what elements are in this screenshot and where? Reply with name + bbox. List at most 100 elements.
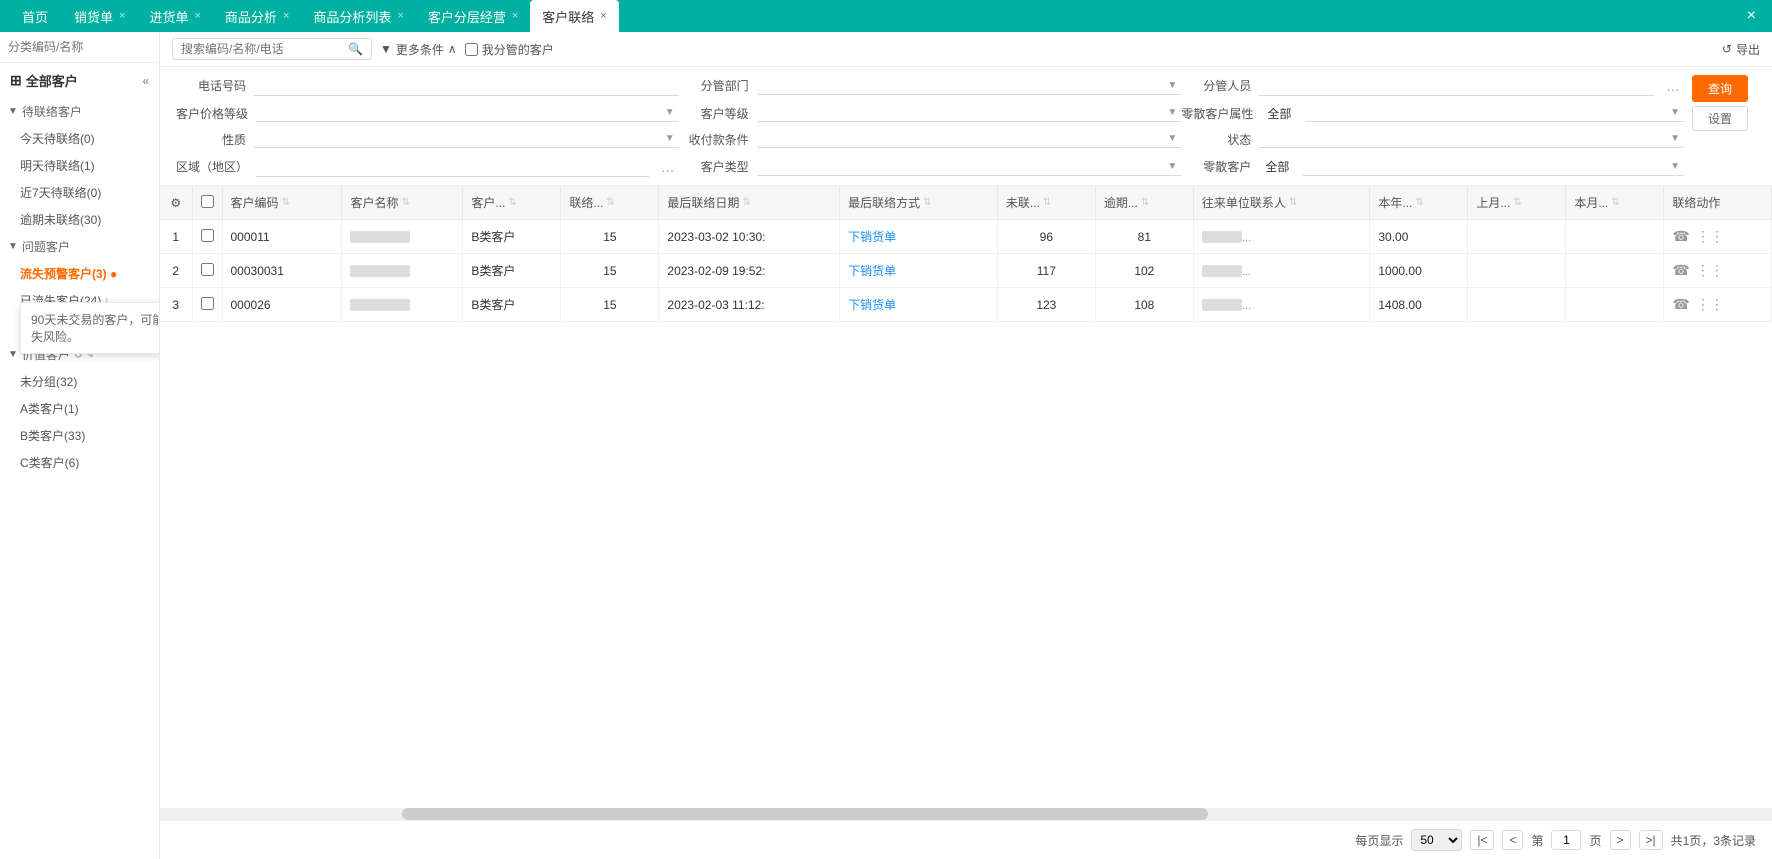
- sort-last-date-icon[interactable]: ⇅: [742, 197, 750, 208]
- nature-select[interactable]: ▼: [254, 130, 679, 148]
- manager-dots-icon[interactable]: …: [1662, 78, 1684, 94]
- row-checkbox-cell[interactable]: [192, 220, 222, 254]
- region-dots-icon[interactable]: …: [657, 159, 679, 175]
- my-customers-checkbox[interactable]: [465, 43, 478, 56]
- retail-attr-arrow-icon: ▼: [1670, 107, 1680, 118]
- sidebar-item-c-class[interactable]: C类客户(6): [0, 449, 159, 476]
- row-checkbox-cell[interactable]: [192, 254, 222, 288]
- sidebar-search-input[interactable]: [8, 40, 160, 54]
- more-action-icon[interactable]: ⋮⋮: [1696, 262, 1724, 279]
- region-input[interactable]: [256, 156, 649, 177]
- contact-action-icon[interactable]: ☎: [1672, 296, 1689, 313]
- sort-last-type-icon[interactable]: ⇅: [923, 197, 931, 208]
- select-all-checkbox[interactable]: [201, 195, 214, 208]
- sort-code-icon[interactable]: ⇅: [282, 197, 290, 208]
- sidebar-group-problem[interactable]: ▼ 问题客户: [0, 233, 159, 260]
- sidebar-item-overdue-pending[interactable]: 逾期未联络(30): [0, 206, 159, 233]
- sidebar-item-7day-pending[interactable]: 近7天待联络(0): [0, 179, 159, 206]
- search-bar-icon[interactable]: 🔍: [348, 42, 363, 56]
- sidebar-item-today-pending[interactable]: 今天待联络(0): [0, 125, 159, 152]
- row-no-contact: 123: [997, 288, 1095, 322]
- retail-attr-select[interactable]: ▼: [1305, 104, 1684, 122]
- next-page-button[interactable]: >: [1610, 830, 1631, 850]
- filter-icon: ▼: [380, 42, 392, 56]
- customer-type-arrow-icon: ▼: [1167, 161, 1177, 172]
- sort-name-icon[interactable]: ⇅: [402, 197, 410, 208]
- row-checkbox-cell[interactable]: [192, 288, 222, 322]
- first-page-button[interactable]: |<: [1470, 830, 1494, 850]
- gear-icon[interactable]: ⚙: [170, 196, 181, 210]
- sort-this-month-icon[interactable]: ⇅: [1611, 197, 1619, 208]
- sort-contact-icon[interactable]: ⇅: [606, 197, 614, 208]
- sidebar-item-churn-warning[interactable]: 流失预警客户(3) ●: [0, 260, 159, 287]
- sidebar-item-ungrouped[interactable]: 未分组(32): [0, 368, 159, 395]
- sort-last-month-icon[interactable]: ⇅: [1513, 197, 1521, 208]
- close-sales-tab-icon[interactable]: ×: [119, 10, 125, 22]
- per-page-select[interactable]: 50 20 100: [1411, 829, 1462, 851]
- row-checkbox[interactable]: [201, 297, 214, 310]
- nav-tab-analysis[interactable]: 商品分析 ×: [213, 0, 301, 32]
- customer-level-select[interactable]: ▼: [757, 104, 1182, 122]
- nav-tab-customer-layer[interactable]: 客户分层经营 ×: [416, 0, 530, 32]
- row-this-year: 1000.00: [1370, 254, 1468, 288]
- sort-type-icon[interactable]: ⇅: [508, 197, 516, 208]
- more-conditions-button[interactable]: ▼ 更多条件 ∧: [380, 41, 457, 58]
- status-select[interactable]: ▼: [1259, 130, 1684, 148]
- close-customer-layer-tab-icon[interactable]: ×: [512, 10, 518, 22]
- sort-unit-contact-icon[interactable]: ⇅: [1289, 197, 1297, 208]
- collapse-sidebar-icon[interactable]: «: [142, 74, 149, 88]
- more-action-icon[interactable]: ⋮⋮: [1696, 228, 1724, 245]
- page-number-input[interactable]: [1551, 830, 1581, 850]
- advanced-filters: 电话号码 分管部门 ▼ 分管人员: [160, 67, 1772, 186]
- adv-field-retail: 零散客户 全部 ▼: [1181, 158, 1684, 176]
- close-analysis-tab-icon[interactable]: ×: [283, 10, 289, 22]
- sort-this-year-icon[interactable]: ⇅: [1415, 197, 1423, 208]
- prev-page-button[interactable]: <: [1502, 830, 1523, 850]
- close-all-button[interactable]: ×: [1739, 7, 1764, 25]
- search-input[interactable]: [181, 42, 344, 56]
- close-purchase-tab-icon[interactable]: ×: [194, 10, 200, 22]
- last-contact-link[interactable]: 下销货单: [848, 264, 896, 278]
- retail-select[interactable]: ▼: [1303, 158, 1684, 176]
- nav-tab-customer-contact[interactable]: 客户联络 ×: [530, 0, 618, 32]
- close-customer-contact-tab-icon[interactable]: ×: [600, 10, 606, 22]
- sidebar-item-tomorrow-pending[interactable]: 明天待联络(1): [0, 152, 159, 179]
- dept-select-arrow-icon: ▼: [1167, 80, 1177, 91]
- customer-type-select[interactable]: ▼: [757, 158, 1182, 176]
- contact-action-icon[interactable]: ☎: [1672, 228, 1689, 245]
- sidebar-item-b-class[interactable]: B类客户(33): [0, 422, 159, 449]
- my-customers-checkbox-wrap[interactable]: 我分管的客户: [465, 41, 554, 58]
- nav-tab-sales[interactable]: 销货单 ×: [62, 0, 137, 32]
- payment-select[interactable]: ▼: [757, 130, 1182, 148]
- row-last-month: [1468, 288, 1566, 322]
- last-page-button[interactable]: >|: [1639, 830, 1663, 850]
- scrollbar-thumb[interactable]: [402, 808, 1208, 820]
- query-button[interactable]: 查询: [1692, 75, 1748, 102]
- manager-label: 分管人员: [1181, 77, 1251, 94]
- row-checkbox[interactable]: [201, 229, 214, 242]
- more-action-icon[interactable]: ⋮⋮: [1696, 296, 1724, 313]
- th-unit-contact: 往来单位联系人⇅: [1193, 186, 1370, 220]
- close-analysis-list-tab-icon[interactable]: ×: [397, 10, 403, 22]
- sort-overdue-icon[interactable]: ⇅: [1141, 197, 1149, 208]
- sidebar-item-a-class[interactable]: A类客户(1): [0, 395, 159, 422]
- sidebar-group-pending[interactable]: ▼ 待联络客户: [0, 98, 159, 125]
- manager-input[interactable]: [1259, 75, 1654, 96]
- export-button[interactable]: ↺ 导出: [1722, 41, 1760, 58]
- price-level-select[interactable]: ▼: [256, 104, 679, 122]
- last-contact-link[interactable]: 下销货单: [848, 298, 896, 312]
- settings-button[interactable]: 设置: [1692, 106, 1748, 131]
- dept-select[interactable]: ▼: [757, 77, 1182, 95]
- contact-action-icon[interactable]: ☎: [1672, 262, 1689, 279]
- th-gear[interactable]: ⚙: [160, 186, 192, 220]
- row-checkbox[interactable]: [201, 263, 214, 276]
- nav-tab-analysis-list[interactable]: 商品分析列表 ×: [301, 0, 415, 32]
- last-contact-link[interactable]: 下销货单: [848, 230, 896, 244]
- all-customers-header[interactable]: ⊞ 全部客户 «: [0, 63, 159, 98]
- nav-home[interactable]: 首页: [8, 7, 62, 26]
- phone-input[interactable]: [254, 75, 679, 96]
- nav-tab-purchase[interactable]: 进货单 ×: [137, 0, 212, 32]
- horizontal-scrollbar[interactable]: [160, 808, 1772, 820]
- row-code: 000026: [222, 288, 342, 322]
- sort-no-contact-icon[interactable]: ⇅: [1043, 197, 1051, 208]
